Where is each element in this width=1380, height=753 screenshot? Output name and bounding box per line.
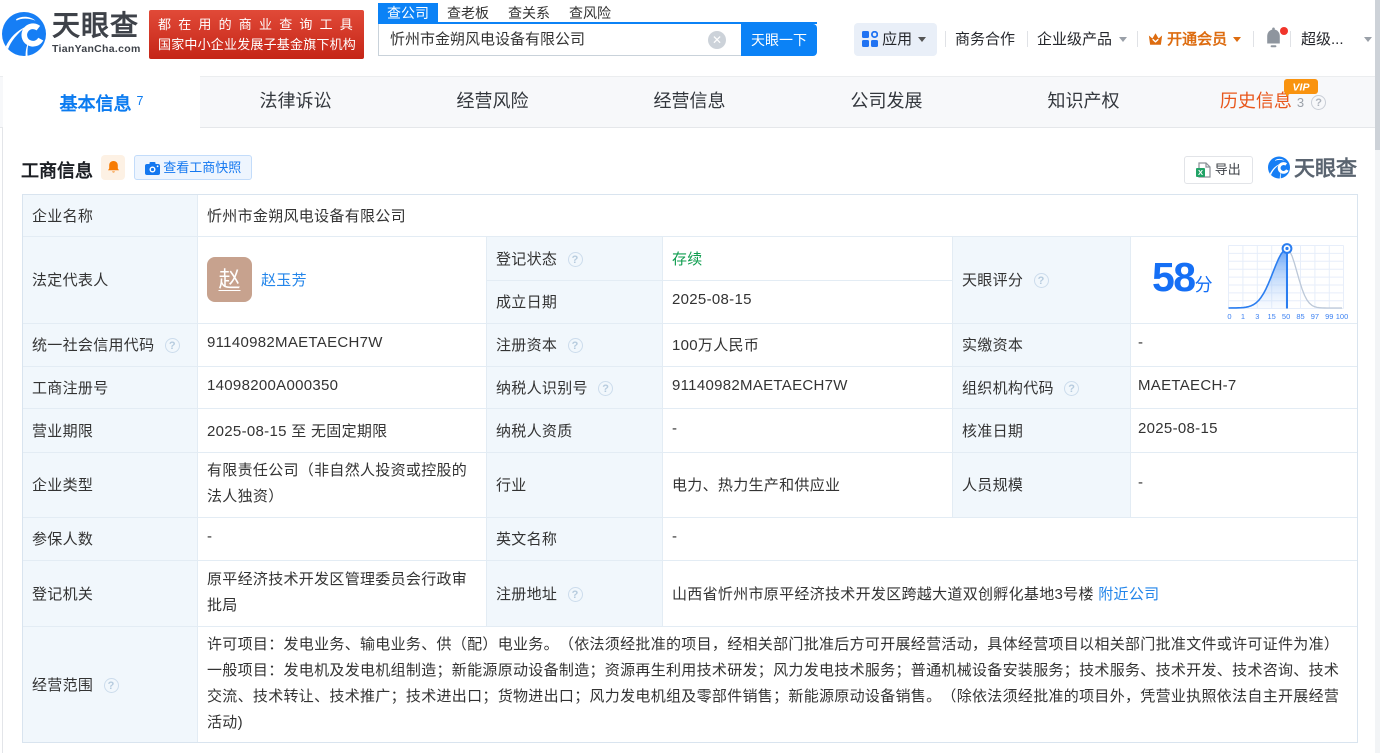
svg-text:天眼查: 天眼查	[1294, 157, 1357, 180]
svg-text:VIP: VIP	[1293, 82, 1311, 94]
svg-text:1: 1	[1241, 312, 1245, 321]
svg-text:99: 99	[1325, 312, 1333, 321]
svg-text:X: X	[1198, 168, 1203, 177]
svg-text:85: 85	[1296, 312, 1304, 321]
svg-text:0: 0	[1227, 312, 1231, 321]
svg-text:50: 50	[1282, 312, 1290, 321]
svg-text:3: 3	[1255, 312, 1259, 321]
svg-text:15: 15	[1268, 312, 1276, 321]
svg-text:97: 97	[1311, 312, 1319, 321]
svg-text:100: 100	[1336, 312, 1349, 321]
